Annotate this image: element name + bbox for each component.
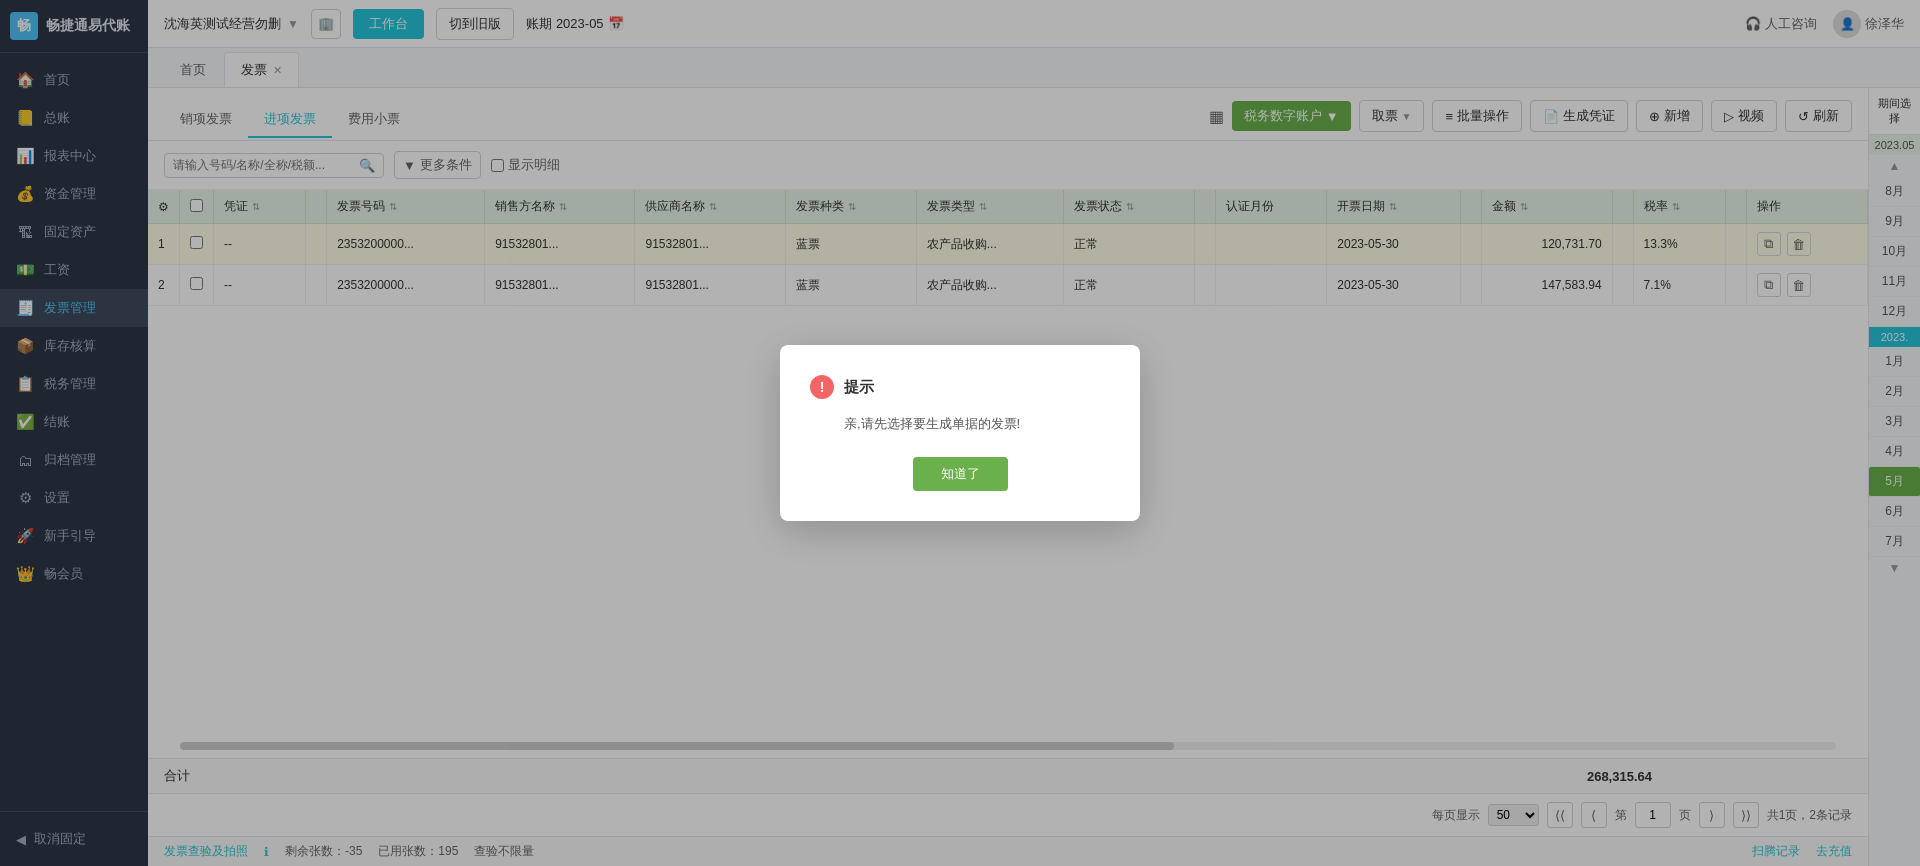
modal-confirm-button[interactable]: 知道了	[913, 457, 1008, 491]
modal-warning-icon: !	[810, 375, 834, 399]
modal-overlay: ! 提示 亲,请先选择要生成单据的发票! 知道了	[0, 0, 1920, 866]
modal-footer: 知道了	[810, 457, 1110, 491]
exclamation-icon: !	[820, 379, 825, 395]
modal-header: ! 提示	[810, 375, 1110, 399]
modal-dialog: ! 提示 亲,请先选择要生成单据的发票! 知道了	[780, 345, 1140, 521]
modal-message: 亲,请先选择要生成单据的发票!	[810, 415, 1110, 433]
modal-title: 提示	[844, 378, 874, 397]
